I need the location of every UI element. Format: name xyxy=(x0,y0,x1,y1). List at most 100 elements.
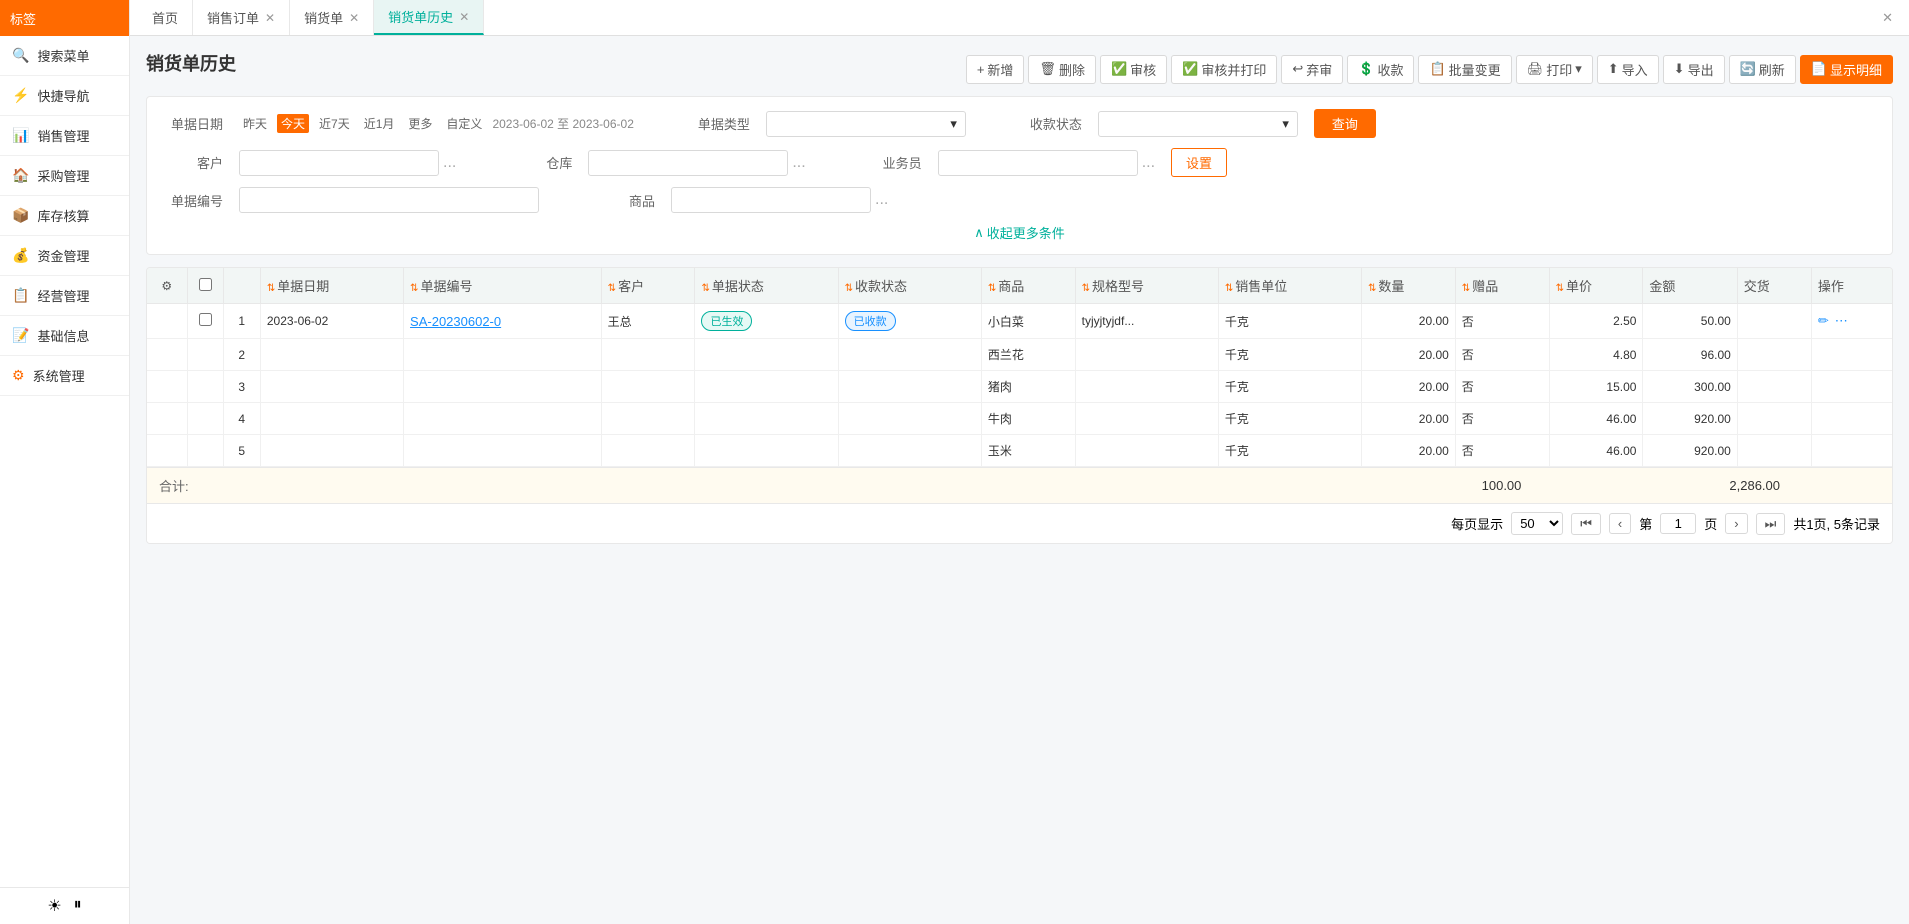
setting-button[interactable]: 设置 xyxy=(1171,148,1227,177)
first-page-button[interactable]: ⏮ xyxy=(1571,513,1601,535)
pause-icon[interactable]: ⏸ xyxy=(74,896,82,916)
cell-check[interactable] xyxy=(187,435,223,467)
abandon-button[interactable]: ↩ 弃审 xyxy=(1281,55,1343,84)
sidebar-item-operation[interactable]: 📋 经营管理 xyxy=(0,276,129,316)
tab-sales-order-close[interactable]: ✕ xyxy=(265,11,275,25)
yesterday-shortcut[interactable]: 昨天 xyxy=(239,114,271,133)
goods-input[interactable] xyxy=(671,187,871,213)
sidebar-logo[interactable]: 标签 xyxy=(0,0,129,36)
more-action[interactable]: ⋯ xyxy=(1835,313,1848,329)
sidebar-item-system[interactable]: ⚙ 系统管理 xyxy=(0,356,129,396)
cell-number[interactable] xyxy=(404,371,602,403)
cell-row-num: 1 xyxy=(223,304,260,339)
display-button[interactable]: 📄 显示明细 xyxy=(1800,55,1893,84)
sun-icon[interactable]: ☀ xyxy=(47,896,61,916)
col-number[interactable]: ⇅单据编号 xyxy=(404,268,602,304)
delete-button[interactable]: 🗑 删除 xyxy=(1028,55,1096,84)
customer-input[interactable] xyxy=(239,150,439,176)
batch-change-button[interactable]: 📋 批量变更 xyxy=(1418,55,1511,84)
col-spec[interactable]: ⇅规格型号 xyxy=(1075,268,1218,304)
audit-button[interactable]: ✅ 审核 xyxy=(1100,55,1167,84)
sidebar-item-search[interactable]: 🔍 搜索菜单 xyxy=(0,36,129,76)
refresh-icon: 🔄 xyxy=(1740,61,1756,77)
col-unit-price[interactable]: ⇅单价 xyxy=(1549,268,1643,304)
sidebar-item-purchase[interactable]: 🏠 采购管理 xyxy=(0,156,129,196)
payment-status-select[interactable]: ▾ xyxy=(1098,111,1298,137)
cell-check[interactable] xyxy=(187,403,223,435)
per-page-select[interactable]: 50 100 200 xyxy=(1511,512,1563,535)
doc-type-label: 单据类型 xyxy=(690,114,750,133)
today-shortcut[interactable]: 今天 xyxy=(277,114,309,133)
cell-customer xyxy=(601,371,695,403)
col-payment-status[interactable]: ⇅收款状态 xyxy=(838,268,981,304)
refresh-button[interactable]: 🔄 刷新 xyxy=(1729,55,1796,84)
table-row: 5 玉米 千克 20.00 否 46.00 920.00 xyxy=(147,435,1892,467)
tab-sales-history[interactable]: 销货单历史 ✕ xyxy=(374,0,484,35)
cell-amount: 300.00 xyxy=(1643,371,1737,403)
warehouse-input[interactable] xyxy=(588,150,788,176)
col-doc-status[interactable]: ⇅单据状态 xyxy=(695,268,838,304)
salesperson-lookup-icon[interactable]: ... xyxy=(1142,154,1155,172)
col-sales-unit[interactable]: ⇅销售单位 xyxy=(1218,268,1361,304)
warehouse-lookup-icon[interactable]: ... xyxy=(792,154,805,172)
more-shortcut[interactable]: 更多 xyxy=(404,114,436,133)
cell-number[interactable] xyxy=(404,403,602,435)
goods-lookup-icon[interactable]: ... xyxy=(875,191,888,209)
new-button[interactable]: + 新增 xyxy=(966,55,1025,84)
col-customer[interactable]: ⇅客户 xyxy=(601,268,695,304)
next-page-button[interactable]: › xyxy=(1725,513,1747,534)
page-number-input[interactable] xyxy=(1660,513,1696,534)
col-action: 操作 xyxy=(1811,268,1892,304)
cell-customer xyxy=(601,339,695,371)
collapse-button[interactable]: ∧ 收起更多条件 xyxy=(974,223,1065,242)
sidebar-item-finance[interactable]: 💰 资金管理 xyxy=(0,236,129,276)
cell-check[interactable] xyxy=(187,304,223,339)
doc-number-input[interactable] xyxy=(239,187,539,213)
tab-sales-goods-close[interactable]: ✕ xyxy=(349,11,359,25)
cell-check[interactable] xyxy=(187,371,223,403)
prev-page-button[interactable]: ‹ xyxy=(1609,513,1631,534)
customer-lookup-icon[interactable]: ... xyxy=(443,154,456,172)
select-all-checkbox[interactable] xyxy=(199,278,212,291)
doc-type-select[interactable]: ▾ xyxy=(766,111,966,137)
tab-home[interactable]: 首页 xyxy=(138,0,193,35)
week-shortcut[interactable]: 近7天 xyxy=(315,114,354,133)
sidebar-item-stock[interactable]: 📦 库存核算 xyxy=(0,196,129,236)
col-settings[interactable]: ⚙ xyxy=(147,268,187,304)
row-checkbox[interactable] xyxy=(199,313,212,326)
search-icon: 🔍 xyxy=(12,47,29,64)
sidebar-item-sales[interactable]: 📊 销售管理 xyxy=(0,116,129,156)
collect-button[interactable]: 💲 收款 xyxy=(1347,55,1414,84)
export-button[interactable]: ⬇ 导出 xyxy=(1663,55,1725,84)
col-gift[interactable]: ⇅赠品 xyxy=(1455,268,1549,304)
sidebar-item-basic[interactable]: 📝 基础信息 xyxy=(0,316,129,356)
sidebar-item-label: 采购管理 xyxy=(37,166,89,185)
col-check[interactable] xyxy=(187,268,223,304)
edit-action[interactable]: ✏ xyxy=(1818,313,1829,329)
cell-spec xyxy=(1075,403,1218,435)
import-button[interactable]: ⬆ 导入 xyxy=(1597,55,1659,84)
salesperson-input[interactable] xyxy=(938,150,1138,176)
tab-sales-history-close[interactable]: ✕ xyxy=(459,10,469,24)
cell-number[interactable]: SA-20230602-0 xyxy=(404,304,602,339)
custom-shortcut[interactable]: 自定义 xyxy=(442,114,486,133)
col-quantity[interactable]: ⇅数量 xyxy=(1361,268,1455,304)
tab-sales-goods[interactable]: 销货单 ✕ xyxy=(290,0,374,35)
close-all-icon[interactable]: ✕ xyxy=(1882,10,1893,26)
audit-print-button[interactable]: ✅ 审核并打印 xyxy=(1171,55,1277,84)
cell-check[interactable] xyxy=(187,339,223,371)
doc-number-link[interactable]: SA-20230602-0 xyxy=(410,314,501,329)
tab-sales-order[interactable]: 销售订单 ✕ xyxy=(193,0,290,35)
cell-number[interactable] xyxy=(404,435,602,467)
payment-status-label: 收款状态 xyxy=(1022,114,1082,133)
sidebar-item-shortcut[interactable]: ⚡ 快捷导航 xyxy=(0,76,129,116)
query-button[interactable]: 查询 xyxy=(1314,109,1376,138)
month-shortcut[interactable]: 近1月 xyxy=(360,114,399,133)
cell-number[interactable] xyxy=(404,339,602,371)
last-page-button[interactable]: ⏭ xyxy=(1756,513,1786,535)
print-button[interactable]: 🖨 打印 ▾ xyxy=(1516,55,1593,84)
col-goods[interactable]: ⇅商品 xyxy=(981,268,1075,304)
cell-unit-price: 15.00 xyxy=(1549,371,1643,403)
col-date[interactable]: ⇅单据日期 xyxy=(260,268,403,304)
cell-action xyxy=(1811,403,1892,435)
